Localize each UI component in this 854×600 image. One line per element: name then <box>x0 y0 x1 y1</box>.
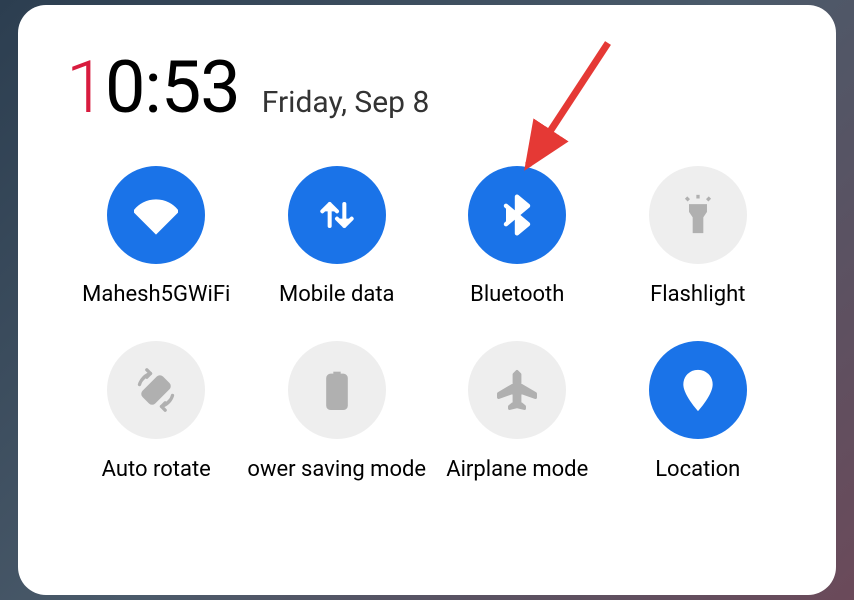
auto-rotate-toggle[interactable]: Auto rotate <box>66 341 247 482</box>
power-saving-toggle[interactable]: ower saving mode <box>247 341 428 482</box>
airplane-label: Airplane mode <box>446 457 588 482</box>
header: 10:53 Friday, Sep 8 <box>66 45 788 130</box>
bluetooth-toggle[interactable]: Bluetooth <box>427 166 608 307</box>
location-icon <box>649 341 747 439</box>
auto-rotate-label: Auto rotate <box>102 457 211 482</box>
battery-plus-icon <box>288 341 386 439</box>
location-label: Location <box>655 457 740 482</box>
bluetooth-icon <box>468 166 566 264</box>
power-saving-label: ower saving mode <box>247 457 426 482</box>
flashlight-toggle[interactable]: Flashlight <box>608 166 789 307</box>
airplane-toggle[interactable]: Airplane mode <box>427 341 608 482</box>
toggles-grid: Mahesh5GWiFi Mobile data Bluetooth <box>66 166 788 482</box>
mobile-data-toggle[interactable]: Mobile data <box>247 166 428 307</box>
wifi-icon <box>107 166 205 264</box>
wifi-toggle[interactable]: Mahesh5GWiFi <box>66 166 247 307</box>
airplane-icon <box>468 341 566 439</box>
time-first-digit: 1 <box>66 45 105 130</box>
mobile-data-icon <box>288 166 386 264</box>
time-rest: 0:53 <box>105 45 240 130</box>
mobile-data-label: Mobile data <box>279 282 394 307</box>
flashlight-icon <box>649 166 747 264</box>
wifi-label: Mahesh5GWiFi <box>82 282 230 307</box>
auto-rotate-icon <box>107 341 205 439</box>
quick-settings-panel: 10:53 Friday, Sep 8 Mahesh5GWiFi Mobile … <box>18 5 836 595</box>
flashlight-label: Flashlight <box>650 282 745 307</box>
location-toggle[interactable]: Location <box>608 341 789 482</box>
date-label: Friday, Sep 8 <box>262 85 430 120</box>
bluetooth-label: Bluetooth <box>470 282 564 307</box>
clock-time: 10:53 <box>66 45 240 130</box>
